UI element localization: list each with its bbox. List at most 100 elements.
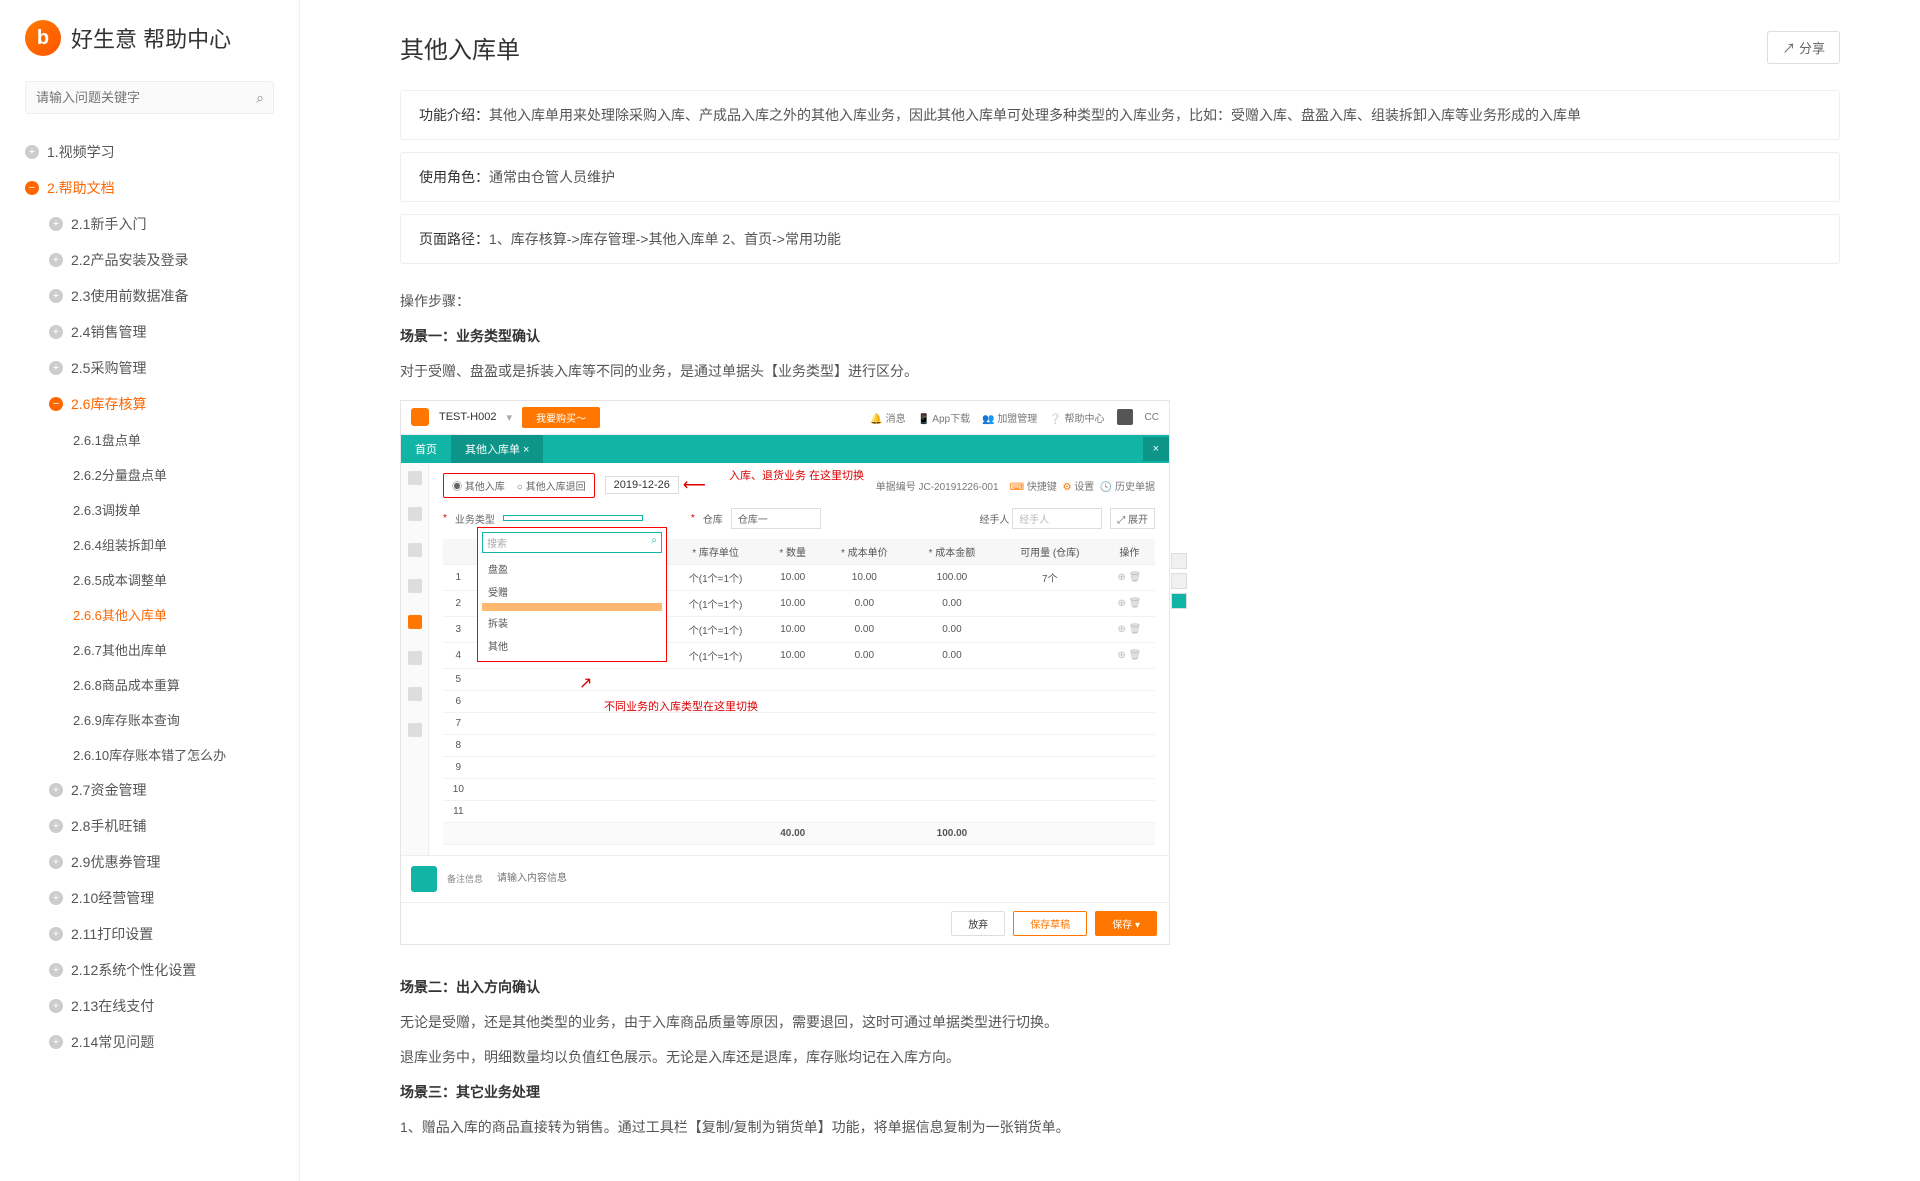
side-icon <box>408 543 422 557</box>
nav-label: 2.6.9库存账本查询 <box>73 710 180 729</box>
discard-button: 放弃 <box>951 911 1005 936</box>
memo-label: 备注信息 <box>447 872 483 885</box>
nav-item-current[interactable]: 2.6.6其他入库单 <box>25 597 274 632</box>
nav-label: 1.视频学习 <box>47 142 115 162</box>
filter-placeholder: 经手人 <box>1012 508 1102 529</box>
shot-tab-current: 其他入库单 × <box>451 435 543 463</box>
nav-label: 2.7资金管理 <box>71 780 146 800</box>
sum-amt: 100.00 <box>908 822 996 844</box>
nav-item[interactable]: +2.4销售管理 <box>25 314 274 350</box>
right-tools <box>1171 553 1187 609</box>
expand-icon: ⤢ 展开 <box>1110 508 1155 529</box>
nav-item[interactable]: 2.6.7其他出库单 <box>25 632 274 667</box>
scene2-text1: 无论是受赠，还是其他类型的业务，由于入库商品质量等原因，需要退回，这时可通过单据… <box>400 1010 1840 1035</box>
nav-item[interactable]: 2.6.2分量盘点单 <box>25 457 274 492</box>
minus-icon: − <box>49 397 63 411</box>
share-label: 分享 <box>1799 41 1825 56</box>
steps-label: 操作步骤： <box>400 289 1840 314</box>
search-icon[interactable]: ⌕ <box>256 89 264 106</box>
nav-label: 2.6.5成本调整单 <box>73 570 167 589</box>
plus-icon: + <box>49 325 63 339</box>
plus-icon: + <box>25 145 39 159</box>
brand-logo-icon: b <box>25 20 61 56</box>
nav-item[interactable]: 2.6.5成本调整单 <box>25 562 274 597</box>
nav-item[interactable]: 2.6.9库存账本查询 <box>25 702 274 737</box>
radio-label: 其他入库 <box>465 482 505 493</box>
share-button[interactable]: ↗ 分享 <box>1767 31 1840 64</box>
nav-item[interactable]: +2.10经营管理 <box>25 880 274 916</box>
nav-item[interactable]: +2.2产品安装及登录 <box>25 242 274 278</box>
search-input[interactable] <box>25 81 274 114</box>
shot-tab-home: 首页 <box>401 435 451 463</box>
scene2-title: 场景二：出入方向确认 <box>400 975 1840 1000</box>
screenshot-figure: TEST-H002 ▾ 我要购买～ 🔔 消息 📱 App下载 👥 加盟管理 ❔ … <box>400 400 1170 945</box>
nav-label: 2.8手机旺铺 <box>71 816 146 836</box>
nav-item[interactable]: +2.1新手入门 <box>25 206 274 242</box>
nav-item[interactable]: −2.6库存核算 <box>25 386 274 422</box>
nav-label: 2.6.8商品成本重算 <box>73 675 180 694</box>
draft-button: 保存草稿 <box>1013 911 1087 936</box>
scene3-text: 1、赠品入库的商品直接转为销售。通过工具栏【复制/复制为销货单】功能，将单据信息… <box>400 1115 1840 1140</box>
toolbar-item: 设置 <box>1074 482 1094 493</box>
memo-input <box>493 869 1159 888</box>
dropdown-option: 受赠 <box>482 580 662 603</box>
nav-item[interactable]: 2.6.3调拨单 <box>25 492 274 527</box>
avatar-icon <box>1117 409 1133 425</box>
shot-menu: 帮助中心 <box>1065 414 1105 425</box>
nav-item[interactable]: +2.13在线支付 <box>25 988 274 1024</box>
plus-icon: + <box>49 999 63 1013</box>
intro-box: 功能介绍：其他入库单用来处理除采购入库、产成品入库之外的其他入库业务，因此其他入… <box>400 90 1840 140</box>
th: 成本金额 <box>935 548 975 559</box>
nav-item[interactable]: +2.9优惠券管理 <box>25 844 274 880</box>
nav-item[interactable]: −2.帮助文档 <box>25 170 274 206</box>
shot-menu: App下载 <box>932 414 970 425</box>
nav-item[interactable]: +2.11打印设置 <box>25 916 274 952</box>
close-icon: × <box>1143 437 1169 461</box>
nav-label: 2.11打印设置 <box>71 924 153 944</box>
nav-label: 2.12系统个性化设置 <box>71 960 196 980</box>
nav-item[interactable]: +2.5采购管理 <box>25 350 274 386</box>
nav-label: 2.6.4组装拆卸单 <box>73 535 167 554</box>
nav-label: 2.6.3调拨单 <box>73 500 141 519</box>
nav-label: 2.13在线支付 <box>71 996 154 1016</box>
plus-icon: + <box>49 855 63 869</box>
nav-label: 2.6.1盘点单 <box>73 430 141 449</box>
role-box: 使用角色：通常由仓管人员维护 <box>400 152 1840 202</box>
nav-item[interactable]: +2.3使用前数据准备 <box>25 278 274 314</box>
docno-value: JC-20191226-001 <box>918 482 998 493</box>
nav-item[interactable]: +2.8手机旺铺 <box>25 808 274 844</box>
nav-item[interactable]: 2.6.1盘点单 <box>25 422 274 457</box>
plus-icon: + <box>49 783 63 797</box>
nav-item[interactable]: 2.6.8商品成本重算 <box>25 667 274 702</box>
shot-menu: 加盟管理 <box>997 414 1037 425</box>
path-text: 1、库存核算->库存管理->其他入库单 2、首页->常用功能 <box>489 231 841 247</box>
filter-label: 仓库 <box>703 511 723 526</box>
plus-icon: + <box>49 927 63 941</box>
nav-label: 2.2产品安装及登录 <box>71 250 188 270</box>
shot-user: CC <box>1145 412 1159 423</box>
nav-item[interactable]: +2.7资金管理 <box>25 772 274 808</box>
nav-item[interactable]: +2.14常见问题 <box>25 1024 274 1060</box>
save-button: 保存 ▾ <box>1095 911 1157 936</box>
path-label: 页面路径： <box>419 231 489 247</box>
intro-label: 功能介绍： <box>419 107 489 123</box>
dropdown-option: 拆装 <box>482 611 662 634</box>
side-icon <box>408 723 422 737</box>
nav-item[interactable]: 2.6.10库存账本错了怎么办 <box>25 737 274 772</box>
nav-tree: +1.视频学习 −2.帮助文档 +2.1新手入门 +2.2产品安装及登录 +2.… <box>25 134 274 1060</box>
biztype-dropdown: 搜索 ⌕ 盘盈 受赠 拆装 其他 <box>477 527 667 662</box>
nav-item[interactable]: 2.6.4组装拆卸单 <box>25 527 274 562</box>
plus-icon: + <box>49 253 63 267</box>
nav-item[interactable]: +2.12系统个性化设置 <box>25 952 274 988</box>
brand-title: 好生意 帮助中心 <box>71 22 231 54</box>
radio-label: 其他入库退回 <box>526 482 586 493</box>
nav-label: 2.9优惠券管理 <box>71 852 160 872</box>
nav-label: 2.1新手入门 <box>71 214 146 234</box>
plus-icon: + <box>49 1035 63 1049</box>
path-box: 页面路径：1、库存核算->库存管理->其他入库单 2、首页->常用功能 <box>400 214 1840 264</box>
filter-value: 仓库一 <box>731 508 821 529</box>
side-icon-active <box>408 615 422 629</box>
scene2-text2: 退库业务中，明细数量均以负值红色展示。无论是入库还是退库，库存账均记在入库方向。 <box>400 1045 1840 1070</box>
nav-item[interactable]: +1.视频学习 <box>25 134 274 170</box>
arrow-icon: ↗ <box>579 673 592 693</box>
